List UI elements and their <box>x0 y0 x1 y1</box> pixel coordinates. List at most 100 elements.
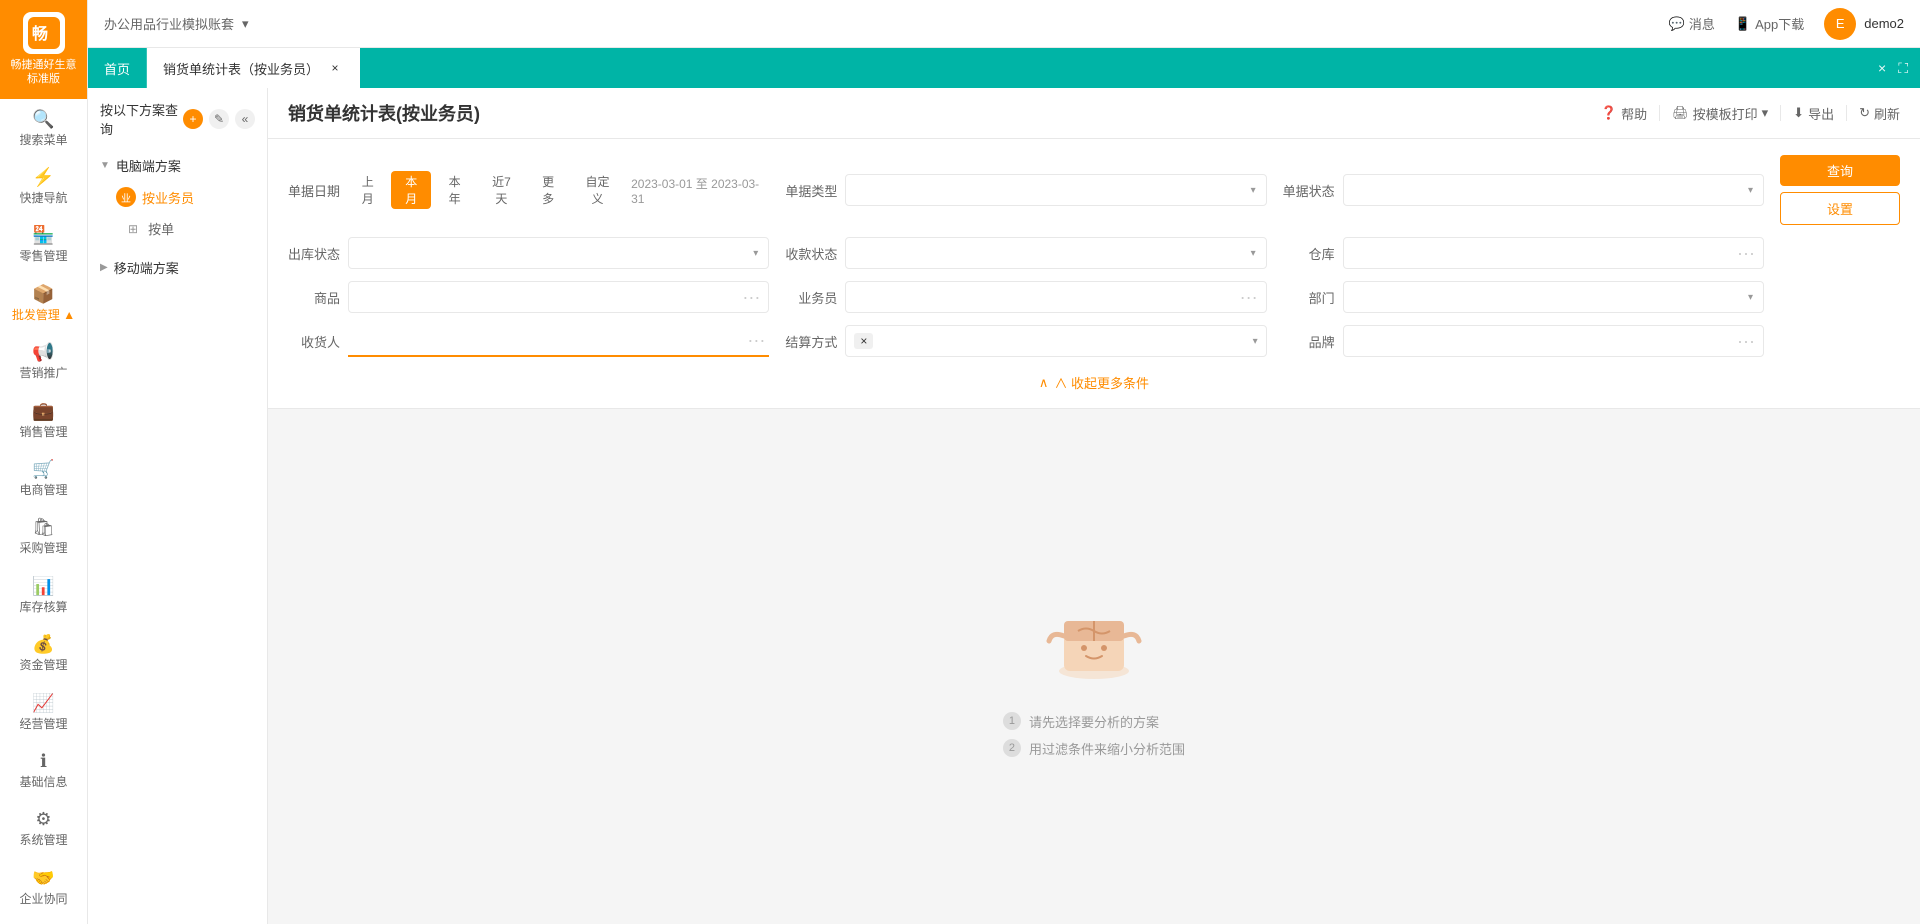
date-btn-more[interactable]: 更多 <box>528 171 567 209</box>
empty-tip-1: 1 请先选择要分析的方案 <box>1003 712 1185 731</box>
date-btn-last-month[interactable]: 上月 <box>348 171 387 209</box>
sidebar-item-shortcut[interactable]: ⚡ 快捷导航 <box>0 157 87 215</box>
sidebar-nav: 🔍 搜索菜单 ⚡ 快捷导航 🏪 零售管理 📦 批发管理 ▲ 📢 营销推广 💼 销… <box>0 99 87 924</box>
marketing-icon: 📢 <box>32 342 54 363</box>
sidebar-item-label: 营销推广 <box>19 366 67 380</box>
filter-docstatus-input[interactable]: ▾ <box>1343 174 1764 206</box>
scheme-item-label: 按单 <box>148 219 174 238</box>
filter-department-input[interactable]: ▾ <box>1343 281 1764 313</box>
filter-doctype-input[interactable]: ▾ <box>845 174 1266 206</box>
docstatus-arrow-icon: ▾ <box>1748 185 1753 196</box>
scheme-item-order[interactable]: ⊞ 按单 <box>88 213 267 244</box>
topbar-dropdown[interactable]: ▾ <box>242 16 249 32</box>
filter-settlement-cell: 结算方式 × ▾ <box>785 325 1266 357</box>
filter-outbound-label: 出库状态 <box>288 244 340 263</box>
sidebar-item-newbie[interactable]: 🚀 新手引导 <box>0 916 87 924</box>
filter-product-input[interactable]: ··· <box>348 281 769 313</box>
sidebar-item-ecommerce[interactable]: 🛒 电商管理 <box>0 449 87 507</box>
collapse-scheme-button[interactable]: « <box>235 109 255 129</box>
message-button[interactable]: 💬 消息 <box>1669 14 1715 33</box>
filter-docstatus-cell: 单据状态 ▾ <box>1283 174 1764 206</box>
refresh-button[interactable]: ↻ 刷新 <box>1859 104 1900 123</box>
filter-payment-input[interactable]: ▾ <box>845 237 1266 269</box>
sidebar-item-finance[interactable]: 💰 资金管理 <box>0 624 87 682</box>
filter-settlement-input[interactable]: × ▾ <box>845 325 1266 357</box>
date-btn-this-year[interactable]: 本年 <box>435 171 474 209</box>
sidebar-item-label: 批发管理 ▲ <box>12 308 75 322</box>
sidebar-item-business[interactable]: 📈 经营管理 <box>0 683 87 741</box>
sidebar-item-corp[interactable]: 🤝 企业协同 <box>0 858 87 916</box>
scheme-item-salesperson[interactable]: 业 按业务员 <box>88 181 267 213</box>
outbound-select[interactable]: ▾ <box>348 237 769 269</box>
tip-text-1: 请先选择要分析的方案 <box>1029 712 1159 731</box>
query-button[interactable]: 查询 <box>1780 155 1900 186</box>
filter-doctype-cell: 单据类型 ▾ <box>785 174 1266 206</box>
close-all-tabs-button[interactable]: × <box>1878 60 1886 76</box>
warehouse-dots[interactable]: ··· <box>1737 243 1755 264</box>
sidebar-item-marketing[interactable]: 📢 营销推广 <box>0 332 87 390</box>
department-select[interactable]: ▾ <box>1343 281 1764 313</box>
date-btn-7days[interactable]: 近7天 <box>478 171 524 209</box>
scheme-group-mobile-header[interactable]: ▶ 移动端方案 <box>88 252 267 283</box>
sidebar-item-sales[interactable]: 💼 销售管理 <box>0 391 87 449</box>
add-scheme-button[interactable]: + <box>183 109 203 129</box>
settings-button[interactable]: 设置 <box>1780 192 1900 225</box>
sidebar: 畅 畅捷通好生意 标准版 🔍 搜索菜单 ⚡ 快捷导航 🏪 零售管理 📦 批发管理… <box>0 0 88 924</box>
divider <box>1659 105 1660 121</box>
help-button[interactable]: ❓ 帮助 <box>1601 104 1647 123</box>
filter-consignee-input[interactable]: ··· <box>348 325 769 357</box>
doctype-select[interactable]: ▾ <box>845 174 1266 206</box>
product-dots[interactable]: ··· <box>742 287 760 308</box>
app-download-button[interactable]: 📱 App下载 <box>1735 14 1804 33</box>
sidebar-item-retail[interactable]: 🏪 零售管理 <box>0 215 87 273</box>
sidebar-item-label: 快捷导航 <box>19 191 67 205</box>
department-arrow-icon: ▾ <box>1748 292 1753 303</box>
tab-close-button[interactable]: × <box>327 60 343 76</box>
date-btn-this-month[interactable]: 本月 <box>391 171 430 209</box>
basic-icon: ℹ <box>40 751 47 772</box>
sidebar-item-label: 基础信息 <box>19 775 67 789</box>
consignee-dots[interactable]: ··· <box>747 330 765 351</box>
docstatus-select[interactable]: ▾ <box>1343 174 1764 206</box>
export-button[interactable]: ⬇ 导出 <box>1793 104 1834 123</box>
tab-sales-report[interactable]: 销货单统计表（按业务员） × <box>147 48 360 88</box>
tip-num-1: 1 <box>1003 712 1021 730</box>
scheme-group-desktop-header[interactable]: ▼ 电脑端方案 <box>88 150 267 181</box>
scheme-group-desktop: ▼ 电脑端方案 业 按业务员 ⊞ 按单 <box>88 146 267 248</box>
consignee-text-input[interactable] <box>352 333 747 348</box>
filter-date-cell: 单据日期 上月 本月 本年 近7天 更多 自定义 2023-03-01 至 20… <box>288 171 769 209</box>
page-header: 销货单统计表(按业务员) ❓ 帮助 🖨 按模板打印 ▾ ⬇ <box>268 88 1920 139</box>
sidebar-item-label: 系统管理 <box>19 833 67 847</box>
edit-scheme-button[interactable]: ✎ <box>209 109 229 129</box>
sidebar-item-search[interactable]: 🔍 搜索菜单 <box>0 99 87 157</box>
tag-close-button[interactable]: × <box>860 334 867 348</box>
filter-salesperson-input[interactable]: ··· <box>845 281 1266 313</box>
filter-outbound-input[interactable]: ▾ <box>348 237 769 269</box>
template-print-button[interactable]: 🖨 按模板打印 ▾ <box>1672 104 1768 123</box>
sidebar-item-basic[interactable]: ℹ 基础信息 <box>0 741 87 799</box>
sidebar-item-system[interactable]: ⚙ 系统管理 <box>0 799 87 857</box>
filter-date-label: 单据日期 <box>288 181 340 200</box>
inventory-icon: 📊 <box>32 576 54 597</box>
filter-brand-input[interactable]: ··· <box>1343 325 1764 357</box>
purchase-icon: 🛍 <box>32 517 55 538</box>
salesperson-dots[interactable]: ··· <box>1240 287 1258 308</box>
fullscreen-button[interactable]: ⛶ <box>1898 60 1908 77</box>
brand-dots[interactable]: ··· <box>1737 331 1755 352</box>
collapse-filters-button[interactable]: ∧ ∧ 收起更多条件 <box>288 365 1900 400</box>
user-profile[interactable]: E demo2 <box>1824 8 1904 40</box>
sidebar-item-purchase[interactable]: 🛍 采购管理 <box>0 507 87 565</box>
filter-brand-cell: 品牌 ··· <box>1283 325 1764 357</box>
sidebar-item-wholesale[interactable]: 📦 批发管理 ▲ <box>0 274 87 332</box>
sidebar-item-inventory[interactable]: 📊 库存核算 <box>0 566 87 624</box>
collapse-arrow-icon: ▶ <box>100 262 108 273</box>
main-panel: 销货单统计表(按业务员) ❓ 帮助 🖨 按模板打印 ▾ ⬇ <box>268 88 1920 924</box>
sidebar-item-label: 电商管理 <box>19 483 67 497</box>
payment-select[interactable]: ▾ <box>845 237 1266 269</box>
filter-warehouse-input[interactable]: ··· <box>1343 237 1764 269</box>
date-btn-custom[interactable]: 自定义 <box>572 171 623 209</box>
tab-home[interactable]: 首页 <box>88 48 147 88</box>
empty-tip-2: 2 用过滤条件来缩小分析范围 <box>1003 739 1185 758</box>
scheme-panel-title: 按以下方案查询 <box>100 100 183 138</box>
main-area: 办公用品行业模拟账套 ▾ 💬 消息 📱 App下载 E demo2 首页 <box>88 0 1920 924</box>
